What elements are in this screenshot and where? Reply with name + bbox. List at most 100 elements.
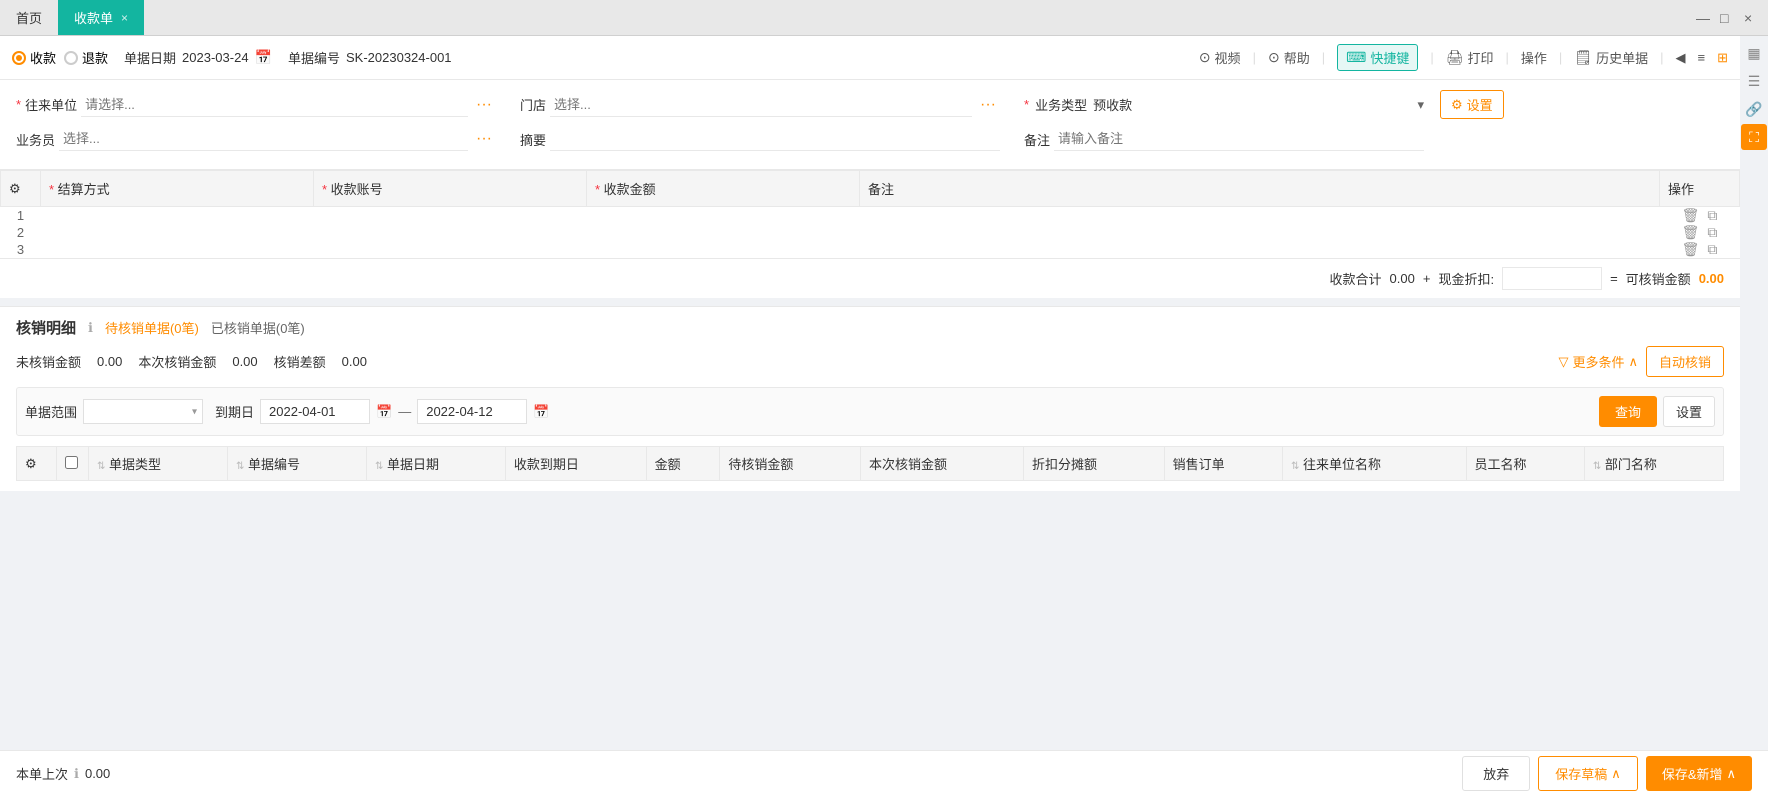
equals-sign: = bbox=[1610, 271, 1618, 286]
row-num-1: 1 bbox=[1, 207, 41, 225]
verify-info-icon[interactable]: ℹ bbox=[88, 320, 93, 336]
tab-active[interactable]: 收款单 × bbox=[58, 0, 144, 35]
config-col[interactable]: ⚙ bbox=[17, 447, 57, 481]
sidebar-attach-icon[interactable]: 🔗 bbox=[1741, 96, 1767, 122]
video-button[interactable]: ⊙ 视频 bbox=[1199, 48, 1241, 67]
history-label: 历史单据 bbox=[1596, 48, 1648, 67]
tab-home[interactable]: 首页 bbox=[0, 0, 58, 35]
this-bill-label: 本单上次 bbox=[16, 764, 68, 783]
toolbar: 收款 退款 单据日期 2023-03-24 📅 单据编号 SK-20230324… bbox=[0, 36, 1740, 80]
pending-tab[interactable]: 待核销单据(0笔) bbox=[105, 318, 199, 337]
tab-close-icon[interactable]: × bbox=[121, 11, 128, 25]
toolbar-right: ⊙ 视频 | ⊙ 帮助 | ⌨ 快捷键 | 🖨 打印 | 操作 | bbox=[1199, 44, 1728, 71]
radio-refund[interactable]: 退款 bbox=[64, 48, 108, 67]
main-content: 收款 退款 单据日期 2023-03-24 📅 单据编号 SK-20230324… bbox=[0, 36, 1768, 750]
copy-icon-1[interactable]: ⧉ bbox=[1707, 207, 1717, 224]
account-2[interactable] bbox=[314, 224, 587, 241]
due-date-label: 到期日 bbox=[215, 402, 254, 421]
amount-2[interactable] bbox=[587, 224, 860, 241]
save-new-button[interactable]: 保存&新增 ∧ bbox=[1646, 756, 1752, 791]
staff-input[interactable] bbox=[59, 127, 468, 151]
auto-verify-button[interactable]: 自动核销 bbox=[1646, 346, 1724, 377]
operation-button[interactable]: 操作 bbox=[1521, 48, 1547, 67]
delete-icon-2[interactable]: 🗑 bbox=[1682, 224, 1700, 241]
unchecked-label: 未核销金额 bbox=[16, 352, 81, 371]
account-1[interactable] bbox=[314, 207, 587, 225]
tab-home-label: 首页 bbox=[16, 8, 42, 27]
bill-no-col: ⇅ 单据编号 bbox=[227, 447, 366, 481]
settle-1[interactable] bbox=[41, 207, 314, 225]
calendar-from-icon[interactable]: 📅 bbox=[376, 404, 392, 420]
amount-3[interactable] bbox=[587, 241, 860, 258]
maximize-button[interactable]: □ bbox=[1720, 10, 1736, 26]
sidebar-table-icon[interactable]: ▦ bbox=[1741, 40, 1767, 66]
due-date-to-input[interactable] bbox=[417, 399, 527, 424]
prev-button[interactable]: ◀ bbox=[1676, 50, 1686, 66]
close-button[interactable]: × bbox=[1744, 10, 1760, 26]
radio-receive-label: 收款 bbox=[30, 48, 56, 67]
select-all-checkbox[interactable] bbox=[65, 456, 78, 469]
row-num-3: 3 bbox=[1, 241, 41, 258]
print-button[interactable]: 🖨 打印 bbox=[1446, 48, 1494, 67]
query-button[interactable]: 查询 bbox=[1599, 396, 1657, 427]
verify-settings-button[interactable]: 设置 bbox=[1663, 396, 1715, 427]
dept-name-col: ⇅ 部门名称 bbox=[1584, 447, 1723, 481]
bill-range-select-wrapper: ▾ bbox=[83, 399, 203, 424]
partner-more-icon[interactable]: ··· bbox=[472, 96, 496, 114]
pending-col: 待核销金额 bbox=[720, 447, 861, 481]
sidebar-list-icon[interactable]: ☰ bbox=[1741, 68, 1767, 94]
history-button[interactable]: 🗒 历史单据 bbox=[1574, 48, 1648, 67]
filter-row: 单据范围 ▾ 到期日 📅 — 📅 查询 设置 bbox=[16, 387, 1724, 436]
delete-icon-3[interactable]: 🗑 bbox=[1682, 241, 1700, 258]
settings-button[interactable]: ⚙ 设置 bbox=[1440, 90, 1504, 119]
shortcut-button[interactable]: ⌨ 快捷键 bbox=[1337, 44, 1418, 71]
remark-3[interactable] bbox=[860, 241, 1660, 258]
summary-input[interactable] bbox=[550, 127, 1000, 151]
checkbox-col[interactable] bbox=[57, 447, 89, 481]
layout-list-button[interactable]: ≡ bbox=[1698, 50, 1706, 65]
bill-range-label: 单据范围 bbox=[25, 402, 77, 421]
business-type-field: * 业务类型 预收款 ▾ bbox=[1024, 95, 1424, 114]
more-conditions-button[interactable]: ▽ 更多条件 ∧ bbox=[1558, 352, 1638, 371]
available-label: 可核销金额 bbox=[1626, 269, 1691, 288]
remark-header: 备注 bbox=[860, 171, 1660, 207]
due-date-from-input[interactable] bbox=[260, 399, 370, 424]
partner-input[interactable] bbox=[81, 93, 468, 117]
footer: 本单上次 ℹ 0.00 放弃 保存草稿 ∧ 保存&新增 ∧ bbox=[0, 750, 1768, 796]
help-button[interactable]: ⊙ 帮助 bbox=[1268, 48, 1310, 67]
sidebar-screen-icon[interactable]: ⛶ bbox=[1741, 124, 1767, 150]
verify-table: ⚙ ⇅ 单据类型 ⇅ 单据编号 ⇅ 单据日期 收款到期日 bbox=[16, 446, 1724, 481]
staff-field: 业务员 ··· bbox=[16, 127, 496, 151]
remark-input[interactable] bbox=[1054, 127, 1424, 151]
delete-icon-1[interactable]: 🗑 bbox=[1682, 207, 1700, 224]
remark-field: 备注 bbox=[1024, 127, 1424, 151]
table-config-header[interactable]: ⚙ bbox=[1, 171, 41, 207]
copy-icon-3[interactable]: ⧉ bbox=[1707, 241, 1717, 258]
radio-receive[interactable]: 收款 bbox=[12, 48, 56, 67]
copy-icon-2[interactable]: ⧉ bbox=[1707, 224, 1717, 241]
bill-date-value: 2023-03-24 bbox=[182, 50, 249, 65]
staff-more-icon[interactable]: ··· bbox=[472, 130, 496, 148]
receipt-type-group: 收款 退款 bbox=[12, 48, 108, 67]
amount-1[interactable] bbox=[587, 207, 860, 225]
calendar-to-icon[interactable]: 📅 bbox=[533, 404, 549, 420]
discount-input[interactable] bbox=[1502, 267, 1602, 290]
store-more-icon[interactable]: ··· bbox=[976, 96, 1000, 114]
layout-grid-button[interactable]: ⊞ bbox=[1717, 50, 1728, 66]
remark-1[interactable] bbox=[860, 207, 1660, 225]
remark-2[interactable] bbox=[860, 224, 1660, 241]
store-input[interactable] bbox=[550, 93, 972, 117]
calendar-icon[interactable]: 📅 bbox=[255, 49, 272, 66]
radio-receive-circle bbox=[12, 51, 26, 65]
current-label: 本次核销金额 bbox=[138, 352, 216, 371]
business-type-dropdown-icon[interactable]: ▾ bbox=[1417, 97, 1424, 113]
account-3[interactable] bbox=[314, 241, 587, 258]
minimize-button[interactable]: — bbox=[1696, 10, 1712, 26]
settle-2[interactable] bbox=[41, 224, 314, 241]
discard-button[interactable]: 放弃 bbox=[1462, 756, 1530, 791]
done-tab[interactable]: 已核销单据(0笔) bbox=[211, 318, 305, 337]
bill-range-select[interactable] bbox=[83, 399, 203, 424]
footer-info-icon[interactable]: ℹ bbox=[74, 766, 79, 782]
draft-button[interactable]: 保存草稿 ∧ bbox=[1538, 756, 1638, 791]
settle-3[interactable] bbox=[41, 241, 314, 258]
